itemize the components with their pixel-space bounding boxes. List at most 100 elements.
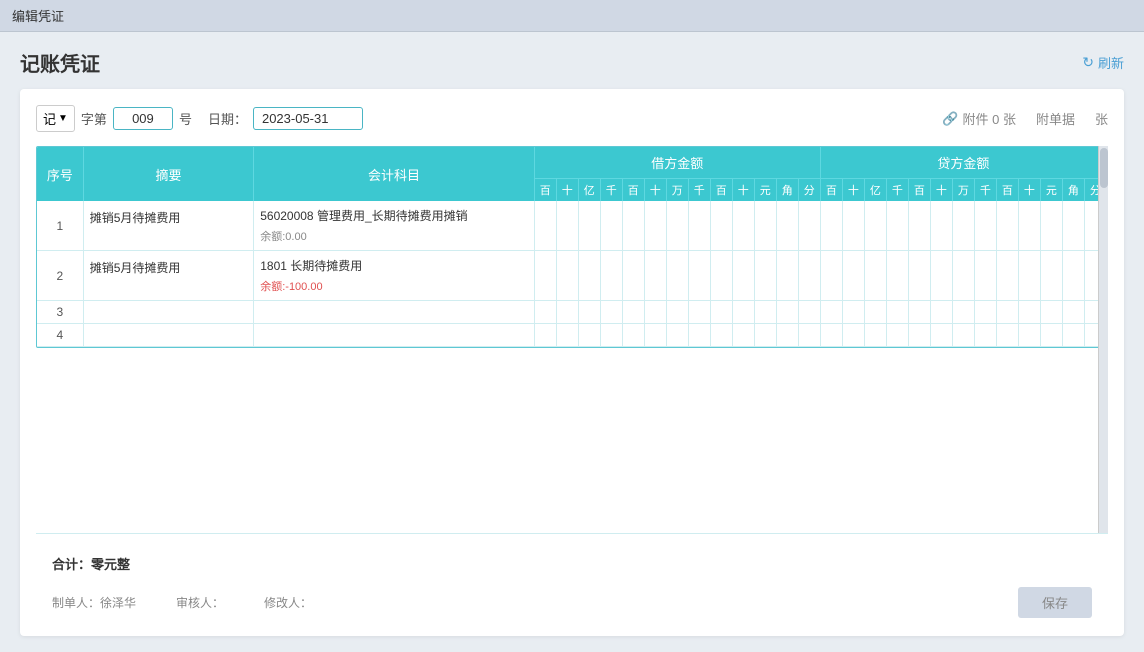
credit-digit-cell[interactable] [1040, 301, 1062, 324]
debit-digit-cell[interactable] [622, 201, 644, 251]
credit-digit-cell[interactable] [1062, 301, 1084, 324]
debit-digit-cell[interactable] [798, 324, 820, 347]
debit-digit-cell[interactable] [578, 324, 600, 347]
debit-digit-cell[interactable] [644, 301, 666, 324]
credit-digit-cell[interactable] [1018, 251, 1040, 301]
credit-digit-cell[interactable] [1018, 201, 1040, 251]
credit-digit-cell[interactable] [820, 301, 842, 324]
scrollbar-thumb[interactable] [1100, 148, 1108, 188]
credit-digit-cell[interactable] [886, 251, 908, 301]
credit-digit-cell[interactable] [886, 201, 908, 251]
debit-digit-cell[interactable] [666, 301, 688, 324]
debit-digit-cell[interactable] [644, 201, 666, 251]
credit-digit-cell[interactable] [842, 251, 864, 301]
debit-digit-cell[interactable] [578, 301, 600, 324]
credit-digit-cell[interactable] [952, 251, 974, 301]
table-row[interactable]: 3 [37, 301, 1107, 324]
debit-digit-cell[interactable] [622, 301, 644, 324]
credit-digit-cell[interactable] [996, 301, 1018, 324]
attachment-link[interactable]: 🔗 附件 0 张 [942, 109, 1016, 128]
debit-digit-cell[interactable] [798, 201, 820, 251]
credit-digit-cell[interactable] [820, 324, 842, 347]
debit-digit-cell[interactable] [622, 251, 644, 301]
credit-digit-cell[interactable] [864, 324, 886, 347]
debit-digit-cell[interactable] [776, 301, 798, 324]
debit-digit-cell[interactable] [644, 324, 666, 347]
table-row[interactable]: 2摊销5月待摊费用1801 长期待摊费用余额:-100.00 [37, 251, 1107, 301]
credit-digit-cell[interactable] [974, 301, 996, 324]
debit-digit-cell[interactable] [556, 201, 578, 251]
table-row[interactable]: 4 [37, 324, 1107, 347]
debit-digit-cell[interactable] [666, 251, 688, 301]
debit-digit-cell[interactable] [798, 251, 820, 301]
credit-digit-cell[interactable] [930, 201, 952, 251]
credit-digit-cell[interactable] [996, 201, 1018, 251]
credit-digit-cell[interactable] [930, 301, 952, 324]
credit-digit-cell[interactable] [864, 201, 886, 251]
attach-slip-link[interactable]: 附单据 [1036, 109, 1075, 128]
debit-digit-cell[interactable] [578, 251, 600, 301]
debit-digit-cell[interactable] [688, 301, 710, 324]
credit-digit-cell[interactable] [952, 301, 974, 324]
credit-digit-cell[interactable] [864, 251, 886, 301]
credit-digit-cell[interactable] [1040, 201, 1062, 251]
cell-summary[interactable]: 摊销5月待摊费用 [83, 251, 254, 301]
debit-digit-cell[interactable] [578, 201, 600, 251]
debit-digit-cell[interactable] [666, 201, 688, 251]
debit-digit-cell[interactable] [754, 251, 776, 301]
debit-digit-cell[interactable] [666, 324, 688, 347]
debit-digit-cell[interactable] [622, 324, 644, 347]
credit-digit-cell[interactable] [908, 251, 930, 301]
debit-digit-cell[interactable] [710, 301, 732, 324]
credit-digit-cell[interactable] [886, 324, 908, 347]
credit-digit-cell[interactable] [842, 201, 864, 251]
debit-digit-cell[interactable] [600, 301, 622, 324]
credit-digit-cell[interactable] [930, 324, 952, 347]
date-input[interactable] [253, 107, 363, 130]
debit-digit-cell[interactable] [754, 301, 776, 324]
debit-digit-cell[interactable] [798, 301, 820, 324]
credit-digit-cell[interactable] [1018, 301, 1040, 324]
debit-digit-cell[interactable] [534, 251, 556, 301]
debit-digit-cell[interactable] [732, 324, 754, 347]
credit-digit-cell[interactable] [1062, 251, 1084, 301]
debit-digit-cell[interactable] [688, 251, 710, 301]
debit-digit-cell[interactable] [556, 251, 578, 301]
credit-digit-cell[interactable] [886, 301, 908, 324]
credit-digit-cell[interactable] [842, 301, 864, 324]
debit-digit-cell[interactable] [776, 251, 798, 301]
debit-digit-cell[interactable] [600, 201, 622, 251]
cell-account[interactable]: 56020008 管理费用_长期待摊费用摊销余额:0.00 [254, 201, 535, 251]
credit-digit-cell[interactable] [930, 251, 952, 301]
debit-digit-cell[interactable] [754, 324, 776, 347]
credit-digit-cell[interactable] [996, 324, 1018, 347]
debit-digit-cell[interactable] [600, 324, 622, 347]
credit-digit-cell[interactable] [1062, 324, 1084, 347]
cell-summary[interactable] [83, 324, 254, 347]
debit-digit-cell[interactable] [754, 201, 776, 251]
save-button[interactable]: 保存 [1018, 587, 1092, 618]
cell-summary[interactable] [83, 301, 254, 324]
debit-digit-cell[interactable] [776, 324, 798, 347]
credit-digit-cell[interactable] [908, 201, 930, 251]
debit-digit-cell[interactable] [534, 201, 556, 251]
credit-digit-cell[interactable] [842, 324, 864, 347]
cell-account[interactable]: 1801 长期待摊费用余额:-100.00 [254, 251, 535, 301]
scrollbar[interactable] [1098, 146, 1108, 533]
credit-digit-cell[interactable] [1040, 251, 1062, 301]
voucher-number-input[interactable] [113, 107, 173, 130]
credit-digit-cell[interactable] [820, 251, 842, 301]
cell-account[interactable] [254, 301, 535, 324]
credit-digit-cell[interactable] [996, 251, 1018, 301]
debit-digit-cell[interactable] [556, 301, 578, 324]
debit-digit-cell[interactable] [732, 301, 754, 324]
debit-digit-cell[interactable] [644, 251, 666, 301]
debit-digit-cell[interactable] [600, 251, 622, 301]
debit-digit-cell[interactable] [534, 301, 556, 324]
cell-account[interactable] [254, 324, 535, 347]
debit-digit-cell[interactable] [556, 324, 578, 347]
credit-digit-cell[interactable] [952, 201, 974, 251]
debit-digit-cell[interactable] [688, 324, 710, 347]
debit-digit-cell[interactable] [732, 251, 754, 301]
credit-digit-cell[interactable] [1018, 324, 1040, 347]
